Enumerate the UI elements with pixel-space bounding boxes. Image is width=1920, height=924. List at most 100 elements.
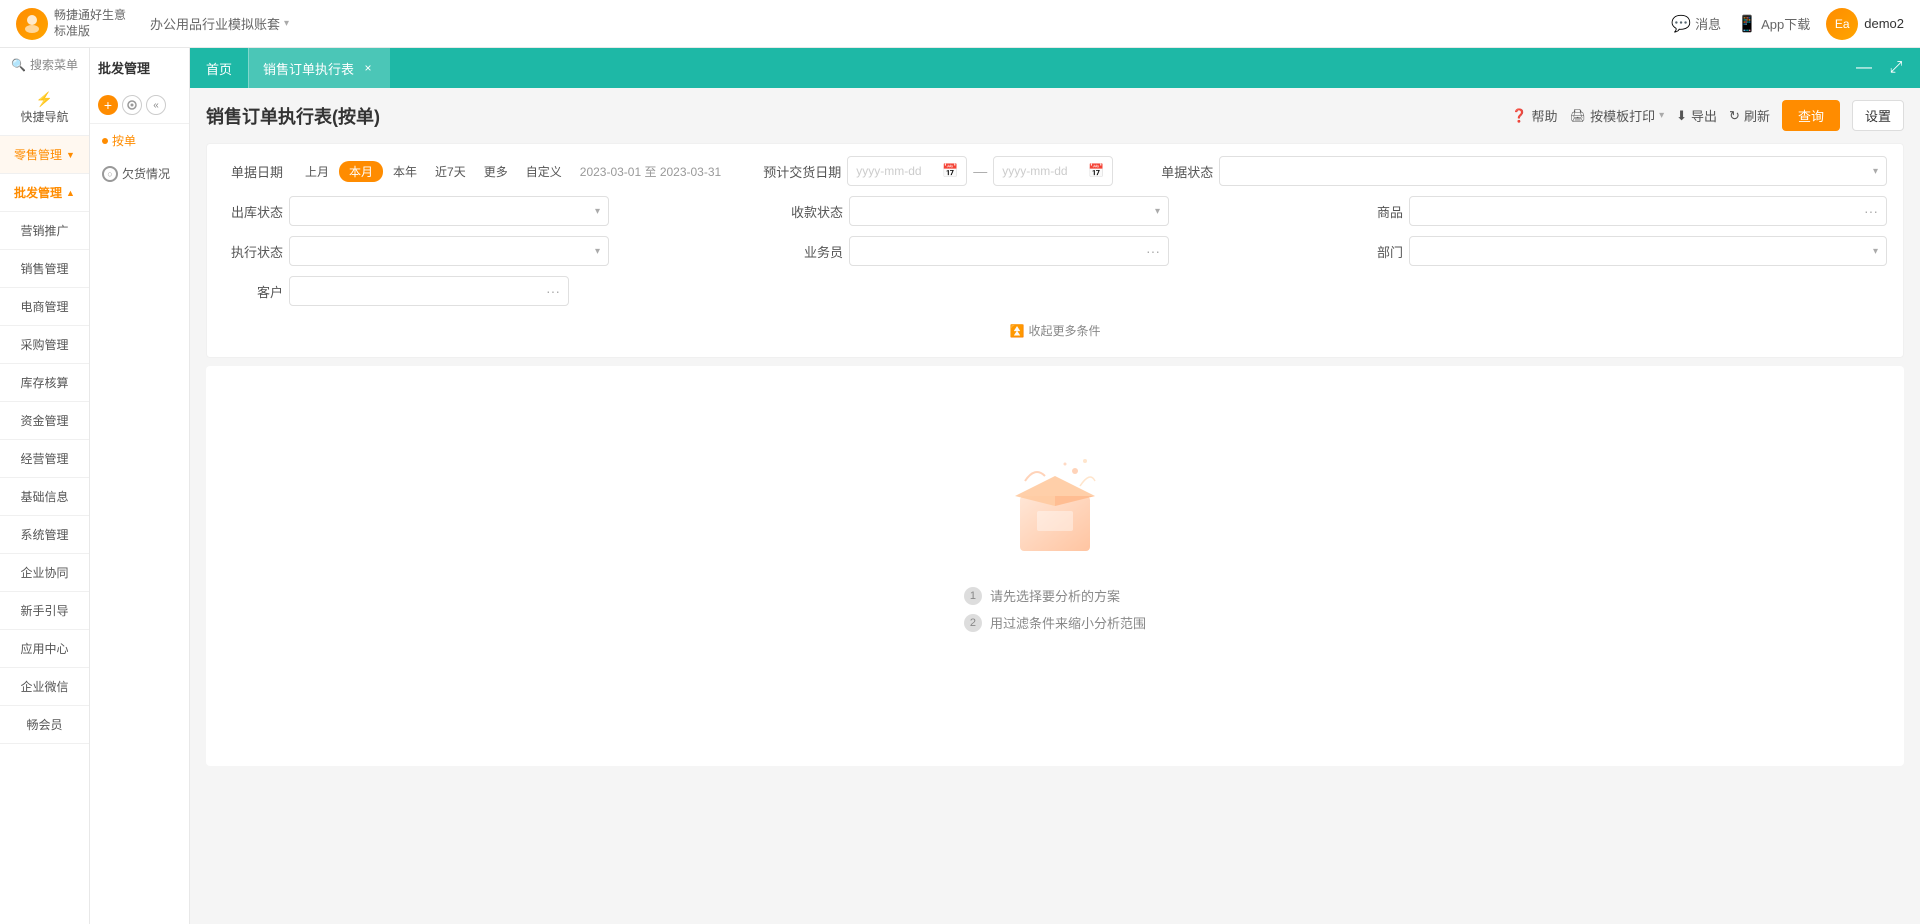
top-header: 畅捷通好生意 标准版 办公用品行业模拟账套 ▾ 💬 消息 📱 App下载 Ea … <box>0 0 1920 48</box>
page-content: 销售订单执行表(按单) ❓ 帮助 🖨 按模板打印 ▾ ⬇ 导出 <box>190 88 1920 924</box>
logo-icon <box>16 8 48 40</box>
sidebar-item-sales[interactable]: 销售管理 <box>0 250 89 288</box>
export-icon: ⬇ <box>1676 108 1687 124</box>
search-btn[interactable]: 查询 <box>1782 100 1840 131</box>
department-group: 部门 ▾ <box>1343 236 1887 266</box>
sub-sidebar-title: 批发管理 <box>90 48 189 87</box>
sidebar-item-ecommerce[interactable]: 电商管理 <box>0 288 89 326</box>
sidebar-item-finance[interactable]: 资金管理 <box>0 402 89 440</box>
salesperson-select[interactable]: ··· <box>849 236 1169 266</box>
collapse-icon: ⏫ <box>1010 324 1025 338</box>
sidebar-item-operations[interactable]: 经营管理 <box>0 440 89 478</box>
tab-sales-order[interactable]: 销售订单执行表 × <box>248 48 390 88</box>
sidebar-item-enterprise[interactable]: 企业协同 <box>0 554 89 592</box>
tab-close-btn[interactable]: × <box>360 60 376 76</box>
filter-row-2: 出库状态 ▾ 收款状态 ▾ 商品 ··· <box>223 196 1887 226</box>
item-circle-icon: ○ <box>102 166 118 182</box>
execution-status-group: 执行状态 ▾ <box>223 236 767 266</box>
dropdown-icon-2: ▾ <box>1155 206 1160 217</box>
empty-tips: 1 请先选择要分析的方案 2 用过滤条件来缩小分析范围 <box>964 586 1146 632</box>
department-select[interactable]: ▾ <box>1409 236 1887 266</box>
empty-illustration <box>995 446 1115 566</box>
user-profile[interactable]: Ea demo2 <box>1826 8 1904 40</box>
app-download-btn[interactable]: 📱 App下载 <box>1737 14 1810 34</box>
salesperson-dots-btn[interactable]: ··· <box>1146 243 1160 259</box>
sub-sidebar-item-order[interactable]: 按单 <box>90 124 189 157</box>
collection-status-select[interactable]: ▾ <box>849 196 1169 226</box>
page-title-bar: 销售订单执行表(按单) ❓ 帮助 🖨 按模板打印 ▾ ⬇ 导出 <box>206 100 1904 131</box>
expected-delivery-group: 预计交货日期 yyyy-mm-dd 📅 — yyyy-mm-dd 📅 <box>761 156 1113 186</box>
tab-home[interactable]: 首页 <box>190 48 248 88</box>
sidebar-item-inventory[interactable]: 库存核算 <box>0 364 89 402</box>
filter-row-3: 执行状态 ▾ 业务员 ··· 部门 ▾ <box>223 236 1887 266</box>
tip-num-1: 1 <box>964 587 982 605</box>
date-tab-last-7-days[interactable]: 近7天 <box>427 161 474 182</box>
page-title: 销售订单执行表(按单) <box>206 103 380 129</box>
customer-dots-btn[interactable]: ··· <box>546 283 560 299</box>
avatar: Ea <box>1826 8 1858 40</box>
print-btn[interactable]: 🖨 按模板打印 ▾ <box>1570 106 1665 125</box>
calendar-icon: 📅 <box>942 163 958 179</box>
sub-sidebar: 批发管理 + « 按单 ○ 欠货情况 <box>90 48 190 924</box>
tip-num-2: 2 <box>964 614 982 632</box>
print-icon: 🖨 <box>1570 108 1587 124</box>
expected-start-date[interactable]: yyyy-mm-dd 📅 <box>847 156 967 186</box>
order-status-select[interactable]: ▾ <box>1219 156 1887 186</box>
settings-btn[interactable]: 设置 <box>1852 100 1904 131</box>
customer-select[interactable]: ··· <box>289 276 569 306</box>
content-area: 首页 销售订单执行表 × — ⤢ 销售订单执行表(按单) <box>190 48 1920 924</box>
edit-scheme-btn[interactable] <box>122 95 142 115</box>
collapse-filter-btn[interactable]: ⏫ 收起更多条件 <box>223 316 1887 345</box>
refresh-icon: ↻ <box>1729 108 1740 124</box>
sidebar-search[interactable]: 🔍 搜索菜单 <box>0 48 89 81</box>
date-separator: — <box>973 163 987 179</box>
dropdown-icon-4: ▾ <box>1873 246 1878 257</box>
app-download-icon: 📱 <box>1737 14 1757 34</box>
delivery-status-select[interactable]: ▾ <box>289 196 609 226</box>
page-actions: ❓ 帮助 🖨 按模板打印 ▾ ⬇ 导出 ↻ 刷新 <box>1511 100 1904 131</box>
sidebar-item-system[interactable]: 系统管理 <box>0 516 89 554</box>
filter-row-1: 单据日期 上月 本月 本年 近7天 更多 自定义 2023-03-01 至 20… <box>223 156 1887 186</box>
sub-sidebar-item-debt[interactable]: ○ 欠货情况 <box>90 157 189 190</box>
maximize-icon: ⤢ <box>1890 59 1903 77</box>
filter-panel: 单据日期 上月 本月 本年 近7天 更多 自定义 2023-03-01 至 20… <box>206 143 1904 358</box>
empty-tip-1: 1 请先选择要分析的方案 <box>964 586 1146 605</box>
date-tab-last-month[interactable]: 上月 <box>297 161 337 182</box>
product-select[interactable]: ··· <box>1409 196 1887 226</box>
sidebar-item-nav[interactable]: ⚡ 快捷导航 <box>0 81 89 136</box>
sidebar-item-marketing[interactable]: 营销推广 <box>0 212 89 250</box>
sidebar-item-newbie[interactable]: 新手引导 <box>0 592 89 630</box>
salesperson-group: 业务员 ··· <box>783 236 1327 266</box>
date-tab-more[interactable]: 更多 <box>476 161 516 182</box>
sidebar-item-member[interactable]: 畅会员 <box>0 706 89 744</box>
date-tab-current-year[interactable]: 本年 <box>385 161 425 182</box>
add-scheme-btn[interactable]: + <box>98 95 118 115</box>
header-left: 畅捷通好生意 标准版 办公用品行业模拟账套 ▾ <box>16 8 289 40</box>
breadcrumb[interactable]: 办公用品行业模拟账套 ▾ <box>150 14 289 33</box>
expected-end-date[interactable]: yyyy-mm-dd 📅 <box>993 156 1113 186</box>
order-status-group: 单据状态 ▾ <box>1153 156 1887 186</box>
execution-status-select[interactable]: ▾ <box>289 236 609 266</box>
message-btn[interactable]: 💬 消息 <box>1671 14 1721 34</box>
sidebar-item-purchase[interactable]: 采购管理 <box>0 326 89 364</box>
nav-icon: ⚡ <box>36 91 53 108</box>
tab-maximize-btn[interactable]: ⤢ <box>1884 56 1908 80</box>
date-tab-custom[interactable]: 自定义 <box>518 161 570 182</box>
help-btn[interactable]: ❓ 帮助 <box>1511 106 1557 125</box>
sidebar-item-appstore[interactable]: 应用中心 <box>0 630 89 668</box>
sidebar-item-wholesale[interactable]: 批发管理 ▲ <box>0 174 89 212</box>
refresh-btn[interactable]: ↻ 刷新 <box>1729 106 1770 125</box>
sidebar: 🔍 搜索菜单 ⚡ 快捷导航 零售管理 ▼ 批发管理 ▲ 营销推广 销售管理 电商… <box>0 48 90 924</box>
help-icon: ❓ <box>1511 108 1527 124</box>
sidebar-item-basic[interactable]: 基础信息 <box>0 478 89 516</box>
date-tab-current-month[interactable]: 本月 <box>339 161 383 182</box>
tab-minimize-btn[interactable]: — <box>1852 56 1876 80</box>
export-btn[interactable]: ⬇ 导出 <box>1676 106 1717 125</box>
sidebar-item-wechat[interactable]: 企业微信 <box>0 668 89 706</box>
calendar-icon-2: 📅 <box>1088 163 1104 179</box>
collapse-sub-btn[interactable]: « <box>146 95 166 115</box>
dropdown-icon: ▾ <box>595 206 600 217</box>
product-dots-btn[interactable]: ··· <box>1864 203 1878 219</box>
sidebar-item-retail[interactable]: 零售管理 ▼ <box>0 136 89 174</box>
date-field-group: 单据日期 上月 本月 本年 近7天 更多 自定义 2023-03-01 至 20… <box>223 161 721 182</box>
